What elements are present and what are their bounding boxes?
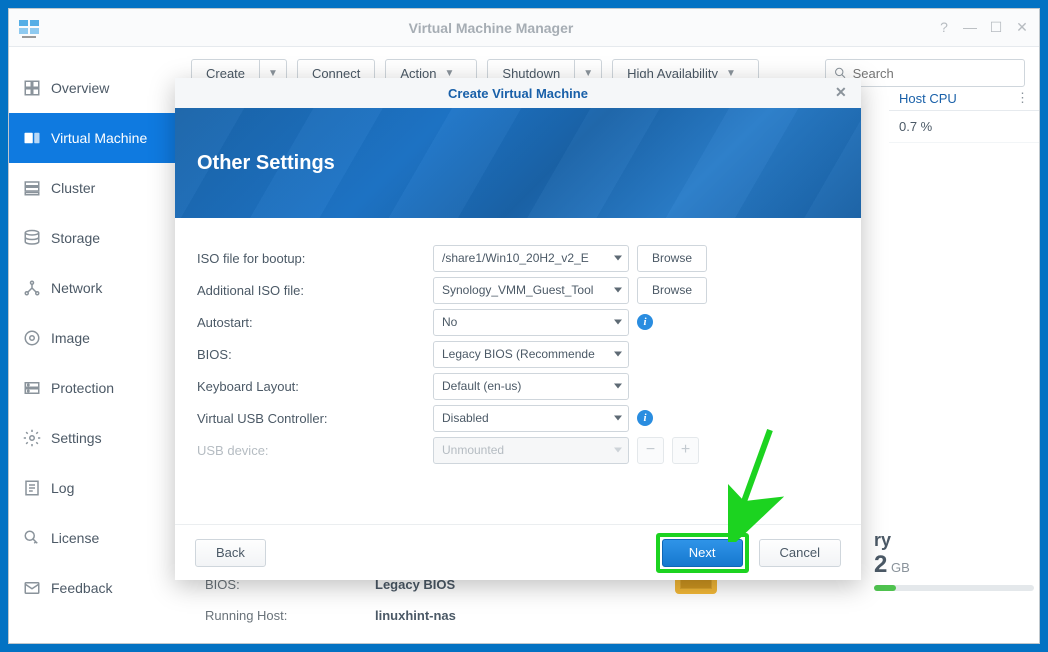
feedback-icon bbox=[23, 579, 41, 597]
gear-icon bbox=[23, 429, 41, 447]
network-icon bbox=[23, 279, 41, 297]
modal-body: ISO file for bootup: /share1/Win10_20H2_… bbox=[175, 218, 861, 524]
row-bios: BIOS: Legacy BIOS (Recommende bbox=[197, 338, 839, 370]
sidebar-item-protection[interactable]: Protection bbox=[9, 363, 177, 413]
sidebar-item-label: Overview bbox=[51, 80, 109, 96]
sidebar-item-license[interactable]: License bbox=[9, 513, 177, 563]
select-iso2[interactable]: Synology_VMM_Guest_Tool bbox=[433, 277, 629, 304]
sidebar-item-label: License bbox=[51, 530, 99, 546]
back-button[interactable]: Back bbox=[195, 539, 266, 567]
detail-host-value: linuxhint-nas bbox=[375, 608, 456, 623]
search-input[interactable] bbox=[853, 66, 1016, 81]
label-bios: BIOS: bbox=[197, 347, 433, 362]
titlebar: Virtual Machine Manager ? — ☐ ✕ bbox=[9, 9, 1039, 47]
browse-iso2[interactable]: Browse bbox=[637, 277, 707, 304]
sidebar-item-label: Virtual Machine bbox=[51, 130, 147, 146]
row-usbdev: USB device: Unmounted − + bbox=[197, 434, 839, 466]
label-iso2: Additional ISO file: bbox=[197, 283, 433, 298]
chevron-down-icon[interactable]: ▼ bbox=[260, 68, 286, 79]
modal-title: Create Virtual Machine bbox=[448, 86, 588, 101]
maximize-icon[interactable]: ☐ bbox=[987, 19, 1005, 37]
sidebar: Overview Virtual Machine Cluster Storage… bbox=[9, 47, 177, 643]
select-autostart[interactable]: No bbox=[433, 309, 629, 336]
sidebar-item-network[interactable]: Network bbox=[9, 263, 177, 313]
cluster-icon bbox=[23, 179, 41, 197]
browse-iso1[interactable]: Browse bbox=[637, 245, 707, 272]
row-usbctrl: Virtual USB Controller: Disabled i bbox=[197, 402, 839, 434]
close-icon[interactable]: ✕ bbox=[835, 84, 851, 100]
select-usbdev: Unmounted bbox=[433, 437, 629, 464]
sidebar-item-label: Cluster bbox=[51, 180, 95, 196]
sidebar-item-image[interactable]: Image bbox=[9, 313, 177, 363]
row-autostart: Autostart: No i bbox=[197, 306, 839, 338]
memory-card: ry 2 GB bbox=[874, 530, 1034, 591]
row-iso2: Additional ISO file: Synology_VMM_Guest_… bbox=[197, 274, 839, 306]
minimize-icon[interactable]: — bbox=[961, 19, 979, 37]
next-button[interactable]: Next bbox=[662, 539, 743, 567]
modal-titlebar: Create Virtual Machine ✕ bbox=[175, 78, 861, 108]
cancel-button[interactable]: Cancel bbox=[759, 539, 841, 567]
sidebar-item-settings[interactable]: Settings bbox=[9, 413, 177, 463]
detail-host-label: Running Host: bbox=[205, 608, 375, 623]
sidebar-item-vm[interactable]: Virtual Machine bbox=[9, 113, 177, 163]
sidebar-item-label: Network bbox=[51, 280, 102, 296]
help-icon[interactable]: ? bbox=[935, 19, 953, 37]
protection-icon bbox=[23, 379, 41, 397]
sidebar-item-cluster[interactable]: Cluster bbox=[9, 163, 177, 213]
chevron-down-icon: ▼ bbox=[437, 68, 463, 79]
overview-icon bbox=[23, 79, 41, 97]
sidebar-item-label: Protection bbox=[51, 380, 114, 396]
next-highlight: Next bbox=[656, 533, 749, 573]
remove-usb-button: − bbox=[637, 437, 664, 464]
label-usbctrl: Virtual USB Controller: bbox=[197, 411, 433, 426]
info-icon[interactable]: i bbox=[637, 314, 653, 330]
select-usbctrl[interactable]: Disabled bbox=[433, 405, 629, 432]
sidebar-item-label: Settings bbox=[51, 430, 102, 446]
sidebar-item-storage[interactable]: Storage bbox=[9, 213, 177, 263]
chevron-down-icon[interactable]: ▼ bbox=[575, 68, 601, 79]
modal-hero-title: Other Settings bbox=[197, 152, 335, 175]
row-keyboard: Keyboard Layout: Default (en-us) bbox=[197, 370, 839, 402]
create-vm-modal: Create Virtual Machine ✕ Other Settings … bbox=[175, 78, 861, 580]
th-hostcpu[interactable]: Host CPU ⋮ bbox=[889, 86, 1039, 111]
modal-hero: Other Settings bbox=[175, 108, 861, 218]
label-autostart: Autostart: bbox=[197, 315, 433, 330]
sidebar-item-log[interactable]: Log bbox=[9, 463, 177, 513]
kebab-icon[interactable]: ⋮ bbox=[1016, 90, 1029, 106]
row-iso1: ISO file for bootup: /share1/Win10_20H2_… bbox=[197, 242, 839, 274]
sidebar-item-overview[interactable]: Overview bbox=[9, 63, 177, 113]
sidebar-item-feedback[interactable]: Feedback bbox=[9, 563, 177, 613]
info-icon[interactable]: i bbox=[637, 410, 653, 426]
license-icon bbox=[23, 529, 41, 547]
sidebar-item-label: Storage bbox=[51, 230, 100, 246]
vm-icon bbox=[23, 129, 41, 147]
modal-footer: Back Next Cancel bbox=[175, 524, 861, 580]
window-controls: ? — ☐ ✕ bbox=[935, 19, 1031, 37]
log-icon bbox=[23, 479, 41, 497]
image-icon bbox=[23, 329, 41, 347]
chevron-down-icon: ▼ bbox=[718, 68, 744, 79]
window-title: Virtual Machine Manager bbox=[47, 20, 935, 36]
sidebar-item-label: Log bbox=[51, 480, 74, 496]
memory-progress bbox=[874, 585, 1034, 591]
select-bios[interactable]: Legacy BIOS (Recommende bbox=[433, 341, 629, 368]
td-hostcpu: 0.7 % bbox=[889, 111, 1039, 143]
select-keyboard[interactable]: Default (en-us) bbox=[433, 373, 629, 400]
label-iso1: ISO file for bootup: bbox=[197, 251, 433, 266]
hostcpu-column: Host CPU ⋮ 0.7 % bbox=[889, 86, 1039, 143]
close-icon[interactable]: ✕ bbox=[1013, 19, 1031, 37]
app-icon bbox=[17, 16, 41, 40]
storage-icon bbox=[23, 229, 41, 247]
add-usb-button: + bbox=[672, 437, 699, 464]
label-usbdev: USB device: bbox=[197, 443, 433, 458]
sidebar-item-label: Image bbox=[51, 330, 90, 346]
label-keyboard: Keyboard Layout: bbox=[197, 379, 433, 394]
sidebar-item-label: Feedback bbox=[51, 580, 112, 596]
select-iso1[interactable]: /share1/Win10_20H2_v2_E bbox=[433, 245, 629, 272]
